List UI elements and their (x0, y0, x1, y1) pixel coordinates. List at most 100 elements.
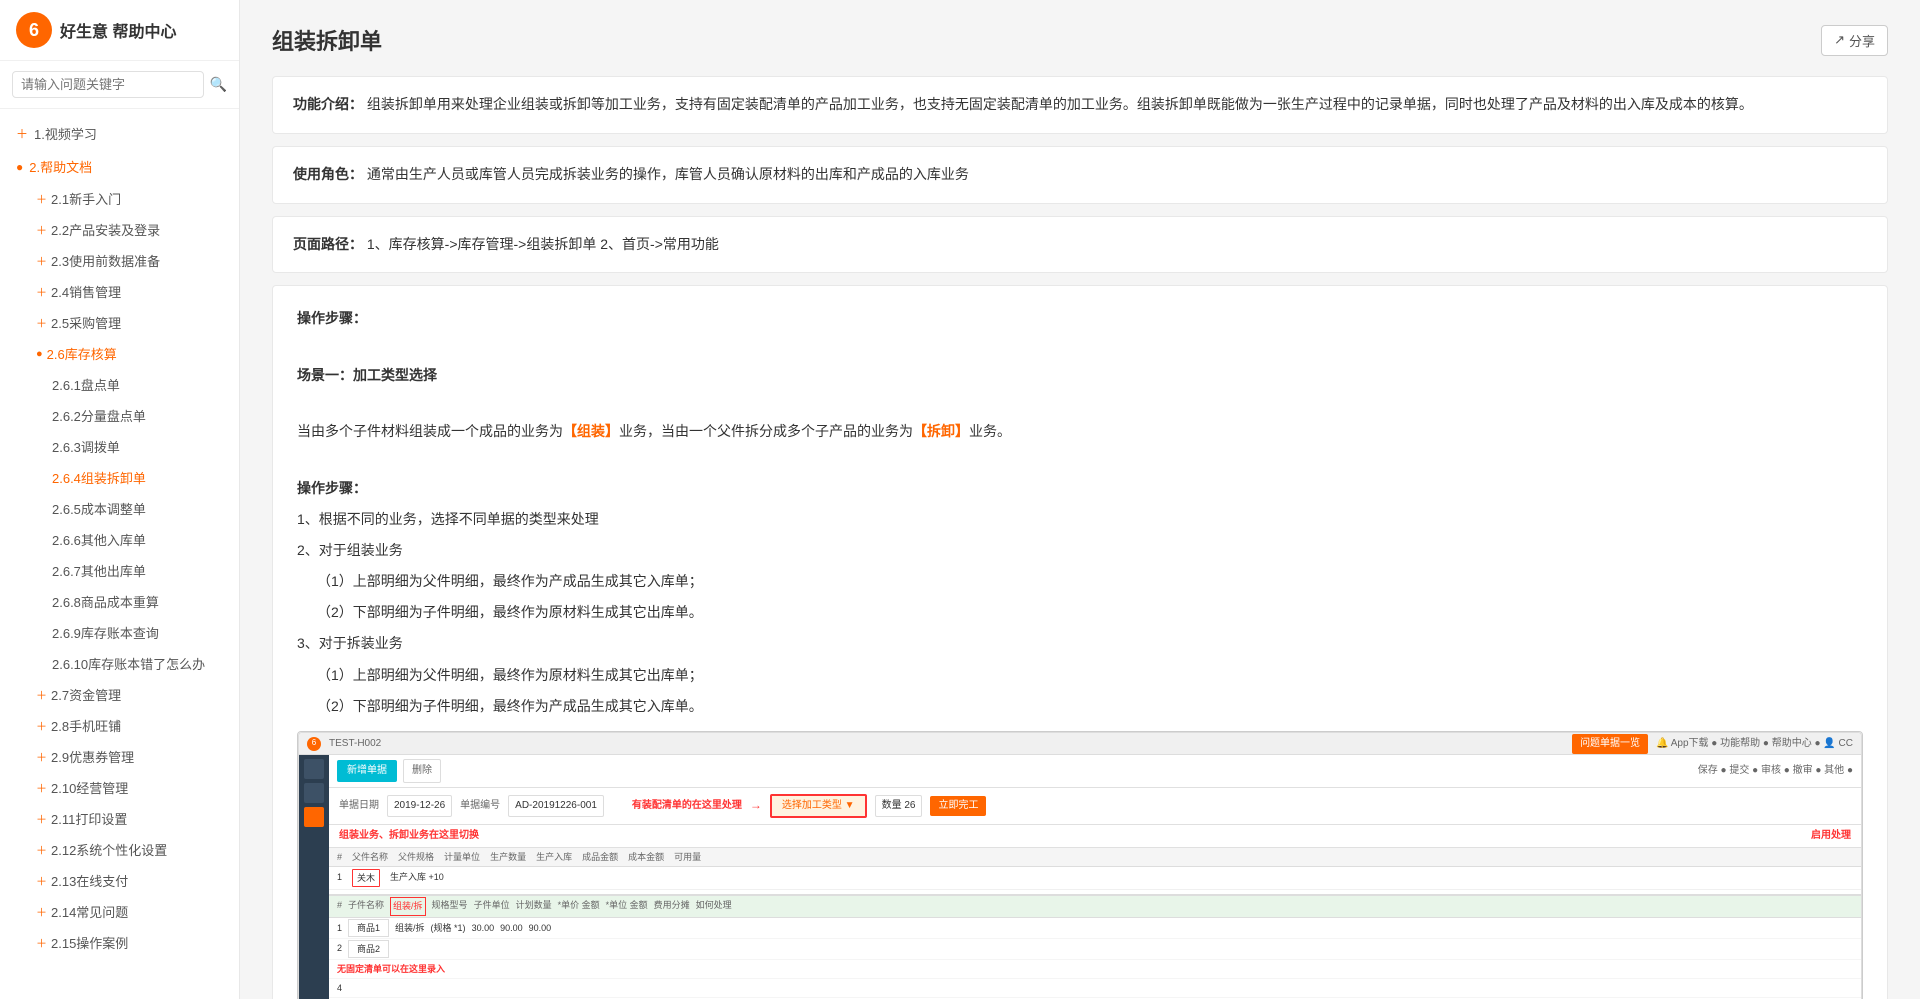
sidebar-item-2-13[interactable]: ＋ 2.13在线支付 (28, 865, 239, 896)
role-intro-card: 使用角色： 通常由生产人员或库管人员完成拆装业务的操作，库管人员确认原材料的出库… (272, 146, 1888, 204)
search-icon[interactable]: 🔍 (210, 76, 227, 93)
sidebar-item-2-15[interactable]: ＋ 2.15操作案例 (28, 927, 239, 958)
sidebar-item-2-4[interactable]: ＋ 2.4销售管理 (28, 276, 239, 307)
sidebar-item-2-9[interactable]: ＋ 2.9优惠券管理 (28, 741, 239, 772)
step3-1: （1）上部明细为父件明细，最终作为原材料生成其它出库单； (297, 663, 1863, 688)
plus-icon-2-1: ＋ (36, 191, 47, 207)
minus-icon-2-6: ● (36, 348, 43, 360)
scene1-desc: 当由多个子件材料组装成一个成品的业务为【组装】业务，当由一个父件拆分成多个子产品… (297, 419, 1863, 444)
app-form-area: 单据日期 2019-12-26 单据编号 AD-20191226-001 有装配… (329, 788, 1861, 825)
app-toolbar: 新增单据 删除 保存 ● 提交 ● 审核 ● 撤审 ● 其他 ● (329, 755, 1861, 788)
sidebar-item-2-6[interactable]: ● 2.6库存核算 (28, 338, 239, 369)
sidebar-item-2-6-8[interactable]: 2.6.8商品成本重算 (44, 586, 239, 617)
annotation-1: 有装配清单的在这里处理 (632, 797, 742, 815)
tab-delete[interactable]: 删除 (403, 759, 441, 783)
sidebar-item-2-3[interactable]: ＋ 2.3使用前数据准备 (28, 245, 239, 276)
lower-table-row-1: 1 商品1 组装/拆 (规格 *1) 30.00 90.00 90.00 (329, 918, 1861, 939)
sidebar-item-2-6-2[interactable]: 2.6.2分量盘点单 (44, 400, 239, 431)
sidebar-item-2-6-7[interactable]: 2.6.7其他出库单 (44, 555, 239, 586)
sidebar-item-2-5[interactable]: ＋ 2.5采购管理 (28, 307, 239, 338)
annotation-2: 组装业务、拆卸业务在这里切换 (339, 827, 479, 845)
plus-icon-2-11: ＋ (36, 811, 47, 827)
main-content: 组装拆卸单 ↗ 分享 功能介绍： 组装拆卸单用来处理企业组装或拆卸等加工业务，支… (240, 0, 1920, 999)
app-type-row: 组装业务、拆卸业务在这里切换 启用处理 (329, 825, 1861, 848)
form-submit-btn[interactable]: 立即完工 (930, 796, 986, 816)
annotation-4-row: 无固定清单可以在这里录入 (329, 960, 1861, 979)
plus-icon-2-14: ＋ (36, 904, 47, 920)
app-id: TEST-H002 (329, 735, 381, 753)
form-type-select[interactable]: 选择加工类型 ▼ (770, 794, 867, 818)
sidebar-warehouse-items: 2.6.1盘点单 2.6.2分量盘点单 2.6.3调拨单 2.6.4组装拆卸单 … (28, 369, 239, 679)
sidebar: 6 好生意 帮助中心 🔍 ＋ 1.视频学习 ● 2.帮助文档 ＋ 2.1新手入门… (0, 0, 240, 999)
lower-table-header: # 子件名称 组装/拆 规格型号 子件单位 计划数量 *单价 金额 *单位 金额… (329, 894, 1861, 917)
sidebar-item-2-6-6[interactable]: 2.6.6其他入库单 (44, 524, 239, 555)
plus-icon-2-4: ＋ (36, 284, 47, 300)
step2-2: （2）下部明细为子件明细，最终作为原材料生成其它出库单。 (297, 600, 1863, 625)
form-date-value: 2019-12-26 (387, 795, 452, 817)
strip-icon-1 (304, 759, 324, 779)
app-title: 好生意 帮助中心 (60, 18, 176, 42)
role-intro-label: 使用角色： (293, 166, 363, 182)
sidebar-item-2-1[interactable]: ＋ 2.1新手入门 (28, 183, 239, 214)
share-button[interactable]: ↗ 分享 (1821, 25, 1888, 56)
page-path-label: 页面路径： (293, 236, 363, 252)
sidebar-item-video[interactable]: ＋ 1.视频学习 (0, 117, 239, 150)
sidebar-item-2-14[interactable]: ＋ 2.14常见问题 (28, 896, 239, 927)
sidebar-item-2-6-9[interactable]: 2.6.9库存账本查询 (44, 617, 239, 648)
upper-table-row-1: 1 关木 生产入库 +10 (329, 867, 1861, 890)
function-intro-label: 功能介绍： (293, 96, 363, 112)
sidebar-item-2-2[interactable]: ＋ 2.2产品安装及登录 (28, 214, 239, 245)
plus-icon-2-8: ＋ (36, 718, 47, 734)
scene1-title: 场景一：加工类型选择 (297, 363, 1863, 388)
topbar-btn: 问题单据一览 (1572, 734, 1648, 754)
role-intro-text: 通常由生产人员或库管人员完成拆装业务的操作，库管人员确认原材料的出库和产成品的入… (367, 166, 969, 182)
plus-icon-2-15: ＋ (36, 935, 47, 951)
annotation-subtype: 组装/拆 (390, 897, 426, 915)
lower-table-row-2: 2 商品2 (329, 939, 1861, 960)
app-system-bar: 6 TEST-H002 问题单据一览 🔔 App下载 ● 功能帮助 ● 帮助中心… (299, 733, 1861, 755)
parent-item-name: 关木 (352, 869, 380, 887)
sidebar-item-2-7[interactable]: ＋ 2.7资金管理 (28, 679, 239, 710)
form-num-value: AD-20191226-001 (508, 795, 604, 817)
sidebar-item-2-8[interactable]: ＋ 2.8手机旺铺 (28, 710, 239, 741)
app-body: 新增单据 删除 保存 ● 提交 ● 审核 ● 撤审 ● 其他 ● 单据日期 20… (299, 755, 1861, 999)
app-logo-small: 6 (307, 737, 321, 751)
plus-icon-2-12: ＋ (36, 842, 47, 858)
plus-icon-2-5: ＋ (36, 315, 47, 331)
sidebar-item-2-6-5[interactable]: 2.6.5成本调整单 (44, 493, 239, 524)
sidebar-item-2-6-4[interactable]: 2.6.4组装拆卸单 (44, 462, 239, 493)
form-count: 数量 26 (875, 795, 923, 817)
annotation-arrow-1: → (750, 795, 762, 817)
sidebar-header: 6 好生意 帮助中心 (0, 0, 239, 61)
sidebar-subsections: ＋ 2.1新手入门 ＋ 2.2产品安装及登录 ＋ 2.3使用前数据准备 ＋ 2.… (0, 183, 239, 958)
share-icon: ↗ (1834, 32, 1845, 48)
app-left-strip (299, 755, 329, 999)
page-path-card: 页面路径： 1、库存核算->库存管理->组装拆卸单 2、首页->常用功能 (272, 216, 1888, 274)
sidebar-item-2-6-1[interactable]: 2.6.1盘点单 (44, 369, 239, 400)
screenshot-container: 6 TEST-H002 问题单据一览 🔔 App下载 ● 功能帮助 ● 帮助中心… (297, 731, 1863, 999)
sidebar-item-2-10[interactable]: ＋ 2.10经营管理 (28, 772, 239, 803)
plus-icon-2-2: ＋ (36, 222, 47, 238)
plus-icon-2-13: ＋ (36, 873, 47, 889)
sidebar-item-2-12[interactable]: ＋ 2.12系统个性化设置 (28, 834, 239, 865)
lower-table-row-4: 4 (329, 979, 1861, 998)
plus-icon-2-3: ＋ (36, 253, 47, 269)
search-box: 🔍 (0, 61, 239, 109)
steps-sub-label: 操作步骤： (297, 476, 1863, 501)
annotation-3: 启用处理 (1811, 827, 1851, 845)
function-intro-text: 组装拆卸单用来处理企业组装或拆卸等加工业务，支持有固定装配清单的产品加工业务，也… (367, 96, 1753, 112)
plus-icon-2-10: ＋ (36, 780, 47, 796)
sidebar-item-2-6-10[interactable]: 2.6.10库存账本错了怎么办 (44, 648, 239, 679)
plus-icon: ＋ (16, 125, 28, 142)
sidebar-item-docs[interactable]: ● 2.帮助文档 (0, 150, 239, 183)
tab-new[interactable]: 新增单据 (337, 760, 397, 782)
screenshot-inner: 6 TEST-H002 问题单据一览 🔔 App下载 ● 功能帮助 ● 帮助中心… (298, 732, 1862, 999)
search-input[interactable] (12, 71, 204, 98)
sidebar-item-2-6-3[interactable]: 2.6.3调拨单 (44, 431, 239, 462)
step1: 1、根据不同的业务，选择不同单据的类型来处理 (297, 507, 1863, 532)
sidebar-item-2-11[interactable]: ＋ 2.11打印设置 (28, 803, 239, 834)
step3-2: （2）下部明细为子件明细，最终作为产成品生成其它入库单。 (297, 694, 1863, 719)
minus-icon: ● (16, 160, 23, 174)
step2: 2、对于组装业务 (297, 538, 1863, 563)
step2-1: （1）上部明细为父件明细，最终作为产成品生成其它入库单； (297, 569, 1863, 594)
